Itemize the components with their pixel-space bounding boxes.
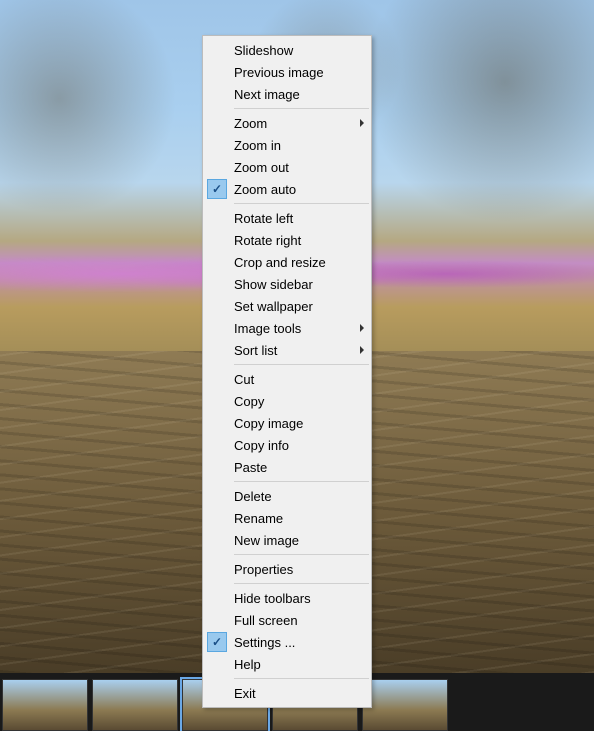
menu-item-hide-toolbars[interactable]: Hide toolbars <box>204 587 370 609</box>
menu-item-help[interactable]: Help <box>204 653 370 675</box>
menu-item-label: Slideshow <box>234 43 293 58</box>
menu-item-label: Show sidebar <box>234 277 313 292</box>
menu-item-zoom-in[interactable]: Zoom in <box>204 134 370 156</box>
menu-item-label: Cut <box>234 372 254 387</box>
menu-item-label: Zoom auto <box>234 182 296 197</box>
menu-item-crop-and-resize[interactable]: Crop and resize <box>204 251 370 273</box>
menu-item-label: Previous image <box>234 65 324 80</box>
chevron-right-icon <box>360 346 364 354</box>
menu-item-label: Copy image <box>234 416 303 431</box>
menu-item-label: Zoom in <box>234 138 281 153</box>
menu-item-label: Zoom out <box>234 160 289 175</box>
menu-item-new-image[interactable]: New image <box>204 529 370 551</box>
menu-item-label: Exit <box>234 686 256 701</box>
menu-item-label: Full screen <box>234 613 298 628</box>
menu-item-copy-info[interactable]: Copy info <box>204 434 370 456</box>
menu-item-label: Next image <box>234 87 300 102</box>
chevron-right-icon <box>360 324 364 332</box>
menu-item-label: Settings ... <box>234 635 295 650</box>
menu-item-copy-image[interactable]: Copy image <box>204 412 370 434</box>
menu-item-rotate-left[interactable]: Rotate left <box>204 207 370 229</box>
menu-item-label: Image tools <box>234 321 301 336</box>
menu-item-label: New image <box>234 533 299 548</box>
thumbnail[interactable] <box>362 679 448 731</box>
menu-item-rotate-right[interactable]: Rotate right <box>204 229 370 251</box>
menu-item-previous-image[interactable]: Previous image <box>204 61 370 83</box>
menu-separator <box>234 583 369 584</box>
thumbnail[interactable] <box>92 679 178 731</box>
check-icon: ✓ <box>207 179 227 199</box>
menu-item-label: Set wallpaper <box>234 299 313 314</box>
menu-item-next-image[interactable]: Next image <box>204 83 370 105</box>
menu-item-label: Rotate left <box>234 211 293 226</box>
check-icon: ✓ <box>207 632 227 652</box>
menu-item-label: Rename <box>234 511 283 526</box>
menu-item-label: Properties <box>234 562 293 577</box>
menu-item-label: Copy info <box>234 438 289 453</box>
menu-item-label: Hide toolbars <box>234 591 311 606</box>
menu-separator <box>234 203 369 204</box>
menu-separator <box>234 554 369 555</box>
menu-item-sort-list[interactable]: Sort list <box>204 339 370 361</box>
menu-item-label: Sort list <box>234 343 277 358</box>
menu-item-delete[interactable]: Delete <box>204 485 370 507</box>
menu-item-settings[interactable]: ✓ Settings ... <box>204 631 370 653</box>
menu-item-zoom-out[interactable]: Zoom out <box>204 156 370 178</box>
menu-item-label: Crop and resize <box>234 255 326 270</box>
menu-item-copy[interactable]: Copy <box>204 390 370 412</box>
thumbnail[interactable] <box>2 679 88 731</box>
menu-item-full-screen[interactable]: Full screen <box>204 609 370 631</box>
menu-item-label: Delete <box>234 489 272 504</box>
menu-item-label: Zoom <box>234 116 267 131</box>
menu-item-show-sidebar[interactable]: Show sidebar <box>204 273 370 295</box>
menu-separator <box>234 108 369 109</box>
menu-item-label: Rotate right <box>234 233 301 248</box>
menu-item-set-wallpaper[interactable]: Set wallpaper <box>204 295 370 317</box>
menu-item-label: Copy <box>234 394 264 409</box>
menu-separator <box>234 364 369 365</box>
menu-item-exit[interactable]: Exit <box>204 682 370 704</box>
menu-separator <box>234 678 369 679</box>
menu-item-cut[interactable]: Cut <box>204 368 370 390</box>
menu-item-zoom-auto[interactable]: ✓ Zoom auto <box>204 178 370 200</box>
menu-separator <box>234 481 369 482</box>
menu-item-properties[interactable]: Properties <box>204 558 370 580</box>
menu-item-paste[interactable]: Paste <box>204 456 370 478</box>
menu-item-label: Help <box>234 657 261 672</box>
menu-item-rename[interactable]: Rename <box>204 507 370 529</box>
menu-item-label: Paste <box>234 460 267 475</box>
menu-item-image-tools[interactable]: Image tools <box>204 317 370 339</box>
menu-item-zoom[interactable]: Zoom <box>204 112 370 134</box>
menu-item-slideshow[interactable]: Slideshow <box>204 39 370 61</box>
context-menu: Slideshow Previous image Next image Zoom Zoo… <box>202 35 372 708</box>
chevron-right-icon <box>360 119 364 127</box>
